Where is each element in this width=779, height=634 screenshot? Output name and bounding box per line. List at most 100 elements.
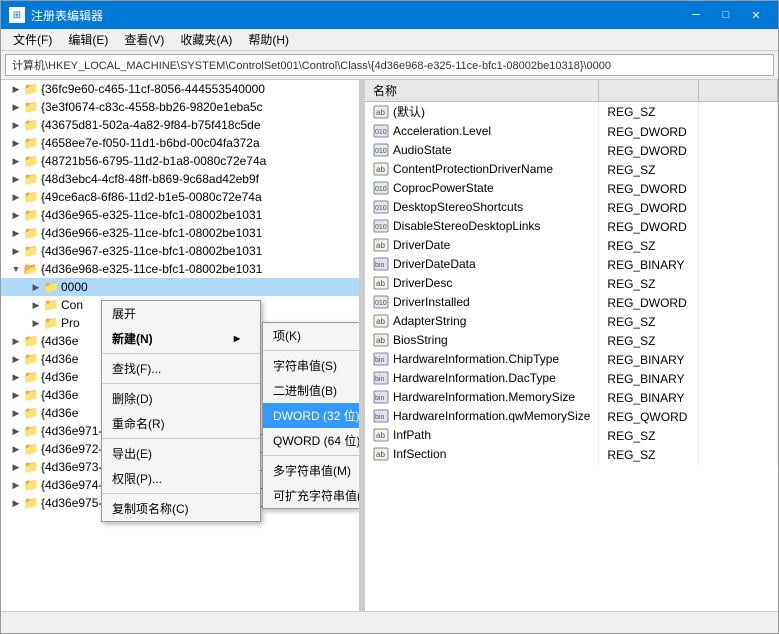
sub-string[interactable]: 字符串值(S) [263, 353, 361, 378]
minimize-button[interactable]: ─ [682, 5, 710, 25]
col-name: 名称 [365, 80, 599, 102]
ctx-delete[interactable]: 删除(D) [102, 386, 260, 411]
tree-item[interactable]: ▶ 📁 {48721b56-6795-11d2-b1a8-0080c72e74a [1, 152, 359, 170]
tree-item[interactable]: ▶ 📁 {4d36e965-e325-11ce-bfc1-08002be1031 [1, 206, 359, 224]
ctx-export-label: 导出(E) [112, 445, 152, 462]
folder-icon: 📁 [23, 496, 39, 510]
ctx-find[interactable]: 查找(F)... [102, 356, 260, 381]
table-row[interactable]: 010DisableStereoDesktopLinks REG_DWORD [365, 218, 778, 237]
menu-favorites[interactable]: 收藏夹(A) [172, 29, 240, 50]
ctx-expand[interactable]: 展开 [102, 301, 260, 326]
ctx-copy-name[interactable]: 复制项名称(C) [102, 496, 260, 521]
cell-type: REG_DWORD [599, 123, 699, 142]
tree-item-expanded[interactable]: ▼ 📂 {4d36e968-e325-11ce-bfc1-08002be1031 [1, 260, 359, 278]
sub-dword-label: DWORD (32 位)值(D) [273, 407, 361, 424]
registry-editor-window: ⊞ 注册表编辑器 ─ □ ✕ 文件(F) 编辑(E) 查看(V) 收藏夹(A) … [0, 0, 779, 634]
maximize-button[interactable]: □ [712, 5, 740, 25]
tree-arrow: ▶ [9, 460, 23, 474]
folder-icon-open: 📂 [23, 262, 39, 276]
left-pane: ▶ 📁 {36fc9e60-c465-11cf-8056-44455354000… [1, 80, 361, 611]
svg-text:ab: ab [376, 165, 385, 174]
tree-item[interactable]: ▶ 📁 {36fc9e60-c465-11cf-8056-44455354000… [1, 80, 359, 98]
tree-item[interactable]: ▶ 📁 {3e3f0674-c83c-4558-bb26-9820e1eba5c [1, 98, 359, 116]
table-row[interactable]: abDriverDesc REG_SZ [365, 275, 778, 294]
cell-type: REG_SZ [599, 446, 699, 465]
table-row[interactable]: ab(默认) REG_SZ [365, 102, 778, 123]
table-row[interactable]: abBiosString REG_SZ [365, 332, 778, 351]
cell-type: REG_SZ [599, 313, 699, 332]
svg-text:bin: bin [375, 376, 384, 383]
sub-key[interactable]: 项(K) [263, 323, 361, 348]
cell-name: abDriverDate [365, 237, 599, 256]
table-row[interactable]: abContentProtectionDriverName REG_SZ [365, 161, 778, 180]
menu-file[interactable]: 文件(F) [5, 29, 60, 50]
table-row[interactable]: abInfSection REG_SZ [365, 446, 778, 465]
folder-icon: 📁 [23, 244, 39, 258]
svg-text:ab: ab [376, 317, 385, 326]
table-row[interactable]: binHardwareInformation.MemorySize REG_BI… [365, 389, 778, 408]
cell-name: 010DisableStereoDesktopLinks [365, 218, 599, 237]
table-row[interactable]: binHardwareInformation.qwMemorySize REG_… [365, 408, 778, 427]
tree-arrow: ▶ [9, 154, 23, 168]
ctx-export[interactable]: 导出(E) [102, 441, 260, 466]
sub-dword[interactable]: DWORD (32 位)值(D) [263, 403, 361, 428]
tree-arrow: ▶ [9, 496, 23, 510]
tree-label: {4d36e [41, 334, 78, 348]
close-button[interactable]: ✕ [742, 5, 770, 25]
tree-item[interactable]: ▶ 📁 {4d36e967-e325-11ce-bfc1-08002be1031 [1, 242, 359, 260]
table-row[interactable]: binHardwareInformation.DacType REG_BINAR… [365, 370, 778, 389]
tree-label: {43675d81-502a-4a82-9f84-b75f418c5de [41, 118, 261, 132]
folder-icon: 📁 [43, 298, 59, 312]
reg-icon: binHardwareInformation.qwMemorySize [373, 409, 590, 423]
table-row[interactable]: 010CoprocPowerState REG_DWORD [365, 180, 778, 199]
cell-data [699, 102, 778, 123]
cell-name: abInfPath [365, 427, 599, 446]
menu-bar: 文件(F) 编辑(E) 查看(V) 收藏夹(A) 帮助(H) [1, 29, 778, 51]
cell-data [699, 294, 778, 313]
tree-item[interactable]: ▶ 📁 {48d3ebc4-4cf8-48ff-b869-9c68ad42eb9… [1, 170, 359, 188]
table-row[interactable]: 010DesktopStereoShortcuts REG_DWORD [365, 199, 778, 218]
tree-arrow: ▶ [9, 406, 23, 420]
sub-multi[interactable]: 多字符串值(M) [263, 458, 361, 483]
table-row[interactable]: abInfPath REG_SZ [365, 427, 778, 446]
table-row[interactable]: binHardwareInformation.ChipType REG_BINA… [365, 351, 778, 370]
cell-name: binDriverDateData [365, 256, 599, 275]
tree-arrow: ▶ [29, 280, 43, 294]
ctx-rename[interactable]: 重命名(R) [102, 411, 260, 436]
sub-qword[interactable]: QWORD (64 位)值(Q) [263, 428, 361, 453]
ctx-new[interactable]: 新建(N) ▶ [102, 326, 260, 351]
tree-label: {48d3ebc4-4cf8-48ff-b869-9c68ad42eb9f [41, 172, 259, 186]
tree-item-0000[interactable]: ▶ 📁 0000 [1, 278, 359, 296]
table-row[interactable]: 010AudioState REG_DWORD [365, 142, 778, 161]
cell-data [699, 332, 778, 351]
cell-data [699, 161, 778, 180]
table-row[interactable]: binDriverDateData REG_BINARY [365, 256, 778, 275]
cell-data [699, 427, 778, 446]
svg-text:010: 010 [375, 148, 387, 155]
cell-type: REG_SZ [599, 332, 699, 351]
folder-icon: 📁 [23, 406, 39, 420]
context-menu-container: 展开 新建(N) ▶ 查找(F)... 删除(D) 重命名( [101, 300, 261, 522]
tree-item[interactable]: ▶ 📁 {43675d81-502a-4a82-9f84-b75f418c5de [1, 116, 359, 134]
cell-data [699, 351, 778, 370]
reg-icon: ab(默认) [373, 103, 425, 120]
sub-expand-str[interactable]: 可扩充字符串值(E) [263, 483, 361, 508]
reg-name: ContentProtectionDriverName [393, 162, 553, 176]
menu-edit[interactable]: 编辑(E) [60, 29, 116, 50]
table-row[interactable]: 010DriverInstalled REG_DWORD [365, 294, 778, 313]
table-row[interactable]: abDriverDate REG_SZ [365, 237, 778, 256]
tree-item[interactable]: ▶ 📁 {49ce6ac8-6f86-11d2-b1e5-0080c72e74a [1, 188, 359, 206]
tree-arrow: ▶ [29, 298, 43, 312]
ctx-permissions[interactable]: 权限(P)... [102, 466, 260, 491]
cell-data [699, 142, 778, 161]
tree-item[interactable]: ▶ 📁 {4d36e966-e325-11ce-bfc1-08002be1031 [1, 224, 359, 242]
reg-icon: binHardwareInformation.DacType [373, 371, 556, 385]
tree-item[interactable]: ▶ 📁 {4658ee7e-f050-11d1-b6bd-00c04fa372a [1, 134, 359, 152]
table-row[interactable]: abAdapterString REG_SZ [365, 313, 778, 332]
sub-multi-label: 多字符串值(M) [273, 462, 351, 479]
sub-binary[interactable]: 二进制值(B) [263, 378, 361, 403]
folder-icon: 📁 [23, 370, 39, 384]
menu-help[interactable]: 帮助(H) [240, 29, 297, 50]
menu-view[interactable]: 查看(V) [116, 29, 172, 50]
table-row[interactable]: 010Acceleration.Level REG_DWORD [365, 123, 778, 142]
